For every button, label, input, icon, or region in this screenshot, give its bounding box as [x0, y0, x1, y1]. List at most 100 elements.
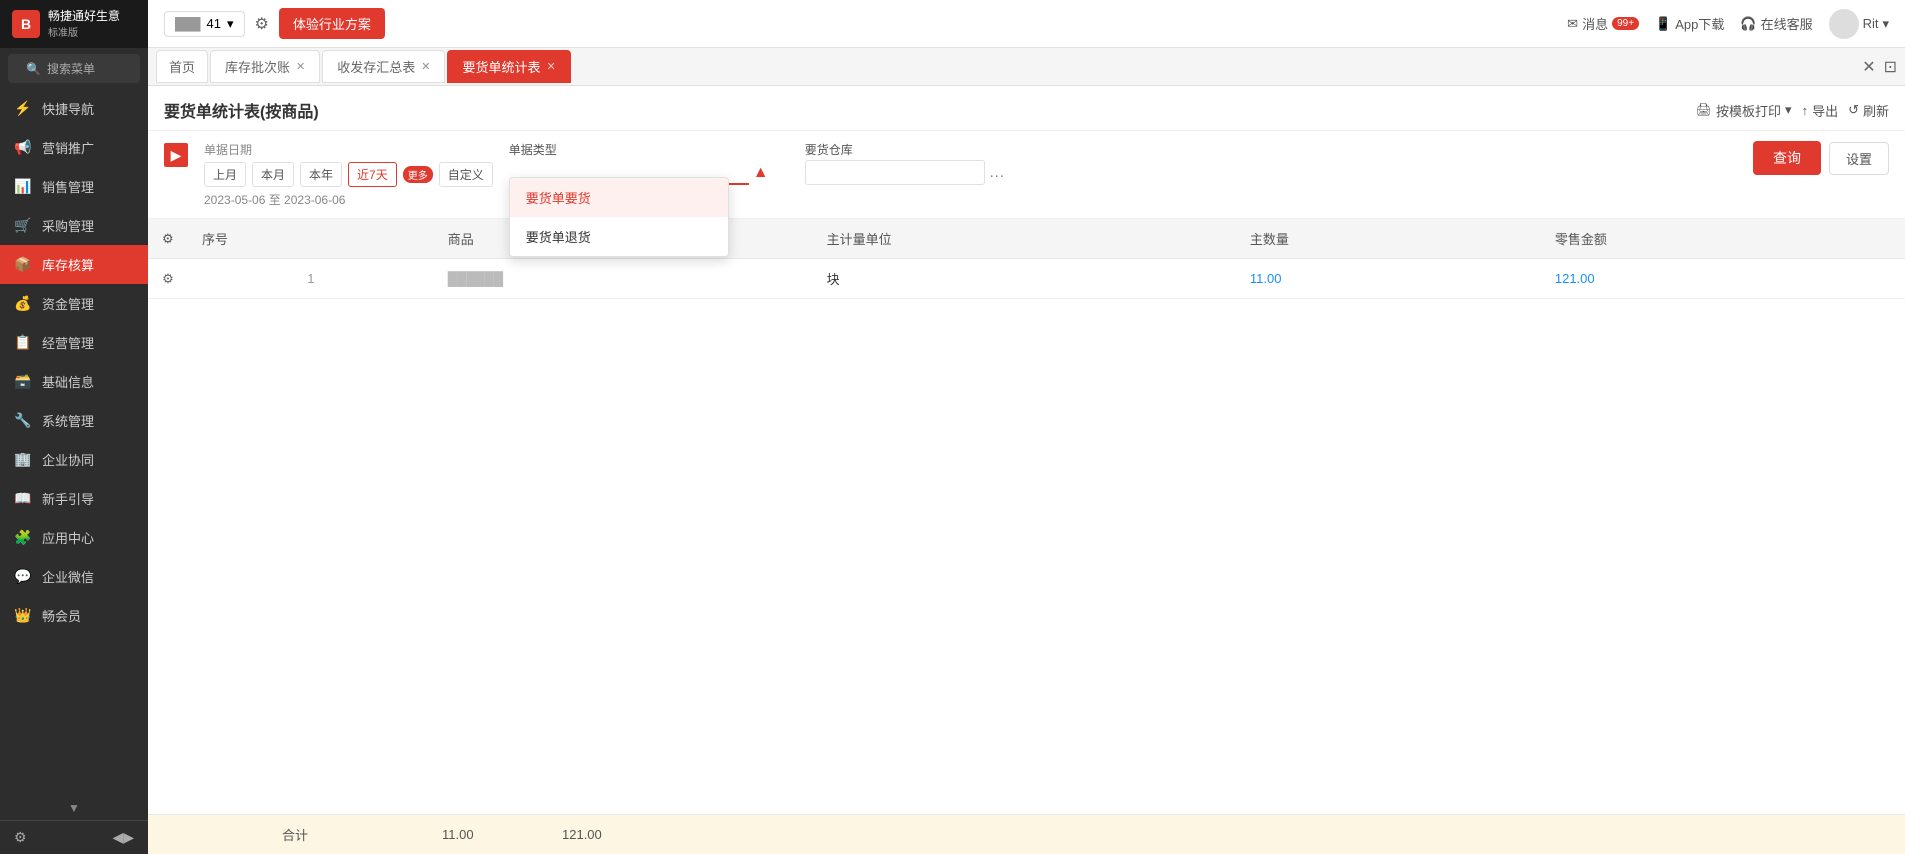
search-icon: 🔍: [26, 62, 41, 76]
user-action[interactable]: Rit ▾: [1829, 9, 1889, 39]
purchase-icon: 🛒: [14, 217, 32, 234]
refresh-label: 刷新: [1863, 101, 1889, 120]
finance-icon: 💰: [14, 295, 32, 312]
chevron-up-icon[interactable]: ▲: [753, 164, 769, 182]
row-gear[interactable]: ⚙: [148, 259, 188, 299]
app-name: 畅捷通好生意: [48, 9, 120, 25]
date-btn-7days[interactable]: 近7天: [348, 162, 397, 187]
date-btn-this-month[interactable]: 本月: [252, 162, 294, 187]
sidebar-item-label: 营销推广: [42, 138, 94, 157]
member-icon: 👑: [14, 607, 32, 624]
sidebar-item-inventory[interactable]: 📦 库存核算: [0, 245, 148, 284]
sidebar-item-wechat[interactable]: 💬 企业微信: [0, 557, 148, 596]
maximize-icon[interactable]: ⊡: [1884, 57, 1897, 77]
refresh-button[interactable]: ↺ 刷新: [1848, 101, 1889, 120]
filter-actions: 查询 设置: [1753, 141, 1889, 175]
warehouse-filter-group: 要货仓库 …: [805, 141, 1005, 185]
footer-quantity: 11.00: [442, 827, 562, 842]
sidebar-item-enterprise[interactable]: 🏢 企业协同: [0, 440, 148, 479]
close-all-icon[interactable]: ✕: [1862, 57, 1875, 77]
sidebar-item-marketing[interactable]: 📢 营销推广: [0, 128, 148, 167]
sidebar-item-label: 应用中心: [42, 528, 94, 547]
close-icon[interactable]: ✕: [421, 60, 430, 73]
appstore-icon: 🧩: [14, 529, 32, 546]
tab-inventory-batch[interactable]: 库存批次账 ✕: [210, 50, 320, 83]
tab-label: 要货单统计表: [462, 57, 540, 76]
date-btn-last-month[interactable]: 上月: [204, 162, 246, 187]
export-icon: ↑: [1802, 103, 1809, 118]
table-footer: 合计 11.00 121.00: [148, 814, 1905, 854]
sidebar-logo: B 畅捷通好生意 标准版: [0, 0, 148, 48]
sidebar-item-quicknav[interactable]: ⚡ 快捷导航: [0, 89, 148, 128]
date-btn-custom[interactable]: 自定义: [439, 162, 493, 187]
expand-filter-button[interactable]: ▶: [164, 143, 188, 167]
sales-icon: 📊: [14, 178, 32, 195]
sidebar-item-member[interactable]: 👑 畅会员: [0, 596, 148, 635]
date-btn-this-year[interactable]: 本年: [300, 162, 342, 187]
row-product: ██████: [434, 259, 813, 299]
col-num: 序号: [188, 219, 434, 259]
tab-requisition-stats[interactable]: 要货单统计表 ✕: [447, 50, 570, 83]
date-more-badge[interactable]: 更多: [403, 166, 433, 183]
app-sub: 标准版: [48, 24, 120, 39]
close-icon[interactable]: ✕: [547, 60, 556, 73]
type-dropdown-list: 要货单要货 要货单退货: [509, 177, 729, 257]
system-icon: 🔧: [14, 412, 32, 429]
row-amount[interactable]: 121.00: [1541, 259, 1905, 299]
sidebar-item-basic[interactable]: 🗃️ 基础信息: [0, 362, 148, 401]
gear-icon[interactable]: ⚙: [255, 14, 269, 34]
warehouse-input-row: …: [805, 160, 1005, 185]
operations-icon: 📋: [14, 334, 32, 351]
row-quantity[interactable]: 11.00: [1236, 259, 1541, 299]
sidebar-scroll-down[interactable]: ▼: [0, 796, 148, 820]
export-button[interactable]: ↑ 导出: [1802, 101, 1839, 120]
footer-total-label: 合计: [242, 825, 442, 844]
service-icon: 🎧: [1740, 16, 1756, 32]
message-icon: ✉: [1567, 16, 1578, 32]
sidebar-item-label: 系统管理: [42, 411, 94, 430]
tab-receivables[interactable]: 收发存汇总表 ✕: [322, 50, 445, 83]
top-header: ███ 41 ▾ ⚙ 体验行业方案 ✉ 消息 99+ 📱 App下载 🎧 在线客…: [148, 0, 1905, 48]
query-button[interactable]: 查询: [1753, 141, 1821, 175]
settings-button[interactable]: 设置: [1829, 142, 1889, 175]
sidebar-item-finance[interactable]: 💰 资金管理: [0, 284, 148, 323]
sidebar-item-label: 资金管理: [42, 294, 94, 313]
table-area: ⚙ 序号 商品 主计量单位 主数量 零售金额 ⚙ 1 ██████ 块 11.0…: [148, 219, 1905, 814]
app-logo-icon: B: [12, 10, 40, 38]
messages-label: 消息: [1582, 14, 1608, 33]
warehouse-filter-input[interactable]: [805, 160, 985, 185]
dropdown-item-requisition-return[interactable]: 要货单退货: [510, 217, 728, 256]
header-left: ███ 41 ▾ ⚙ 体验行业方案: [164, 8, 385, 39]
user-name: Rit: [1863, 16, 1879, 31]
online-service-action[interactable]: 🎧 在线客服: [1740, 14, 1812, 33]
dropdown-item-requisition-order[interactable]: 要货单要货: [510, 178, 728, 217]
page-title: 要货单统计表(按商品): [164, 98, 319, 122]
sidebar-item-label: 采购管理: [42, 216, 94, 235]
sidebar-item-sales[interactable]: 📊 销售管理: [0, 167, 148, 206]
sidebar-item-operations[interactable]: 📋 经营管理: [0, 323, 148, 362]
online-service-label: 在线客服: [1761, 14, 1813, 33]
collapse-icon[interactable]: ◀▶: [112, 829, 134, 846]
table-row: ⚙ 1 ██████ 块 11.00 121.00: [148, 259, 1905, 299]
type-filter-label: 单据类型: [509, 141, 789, 158]
date-filter-label: 单据日期: [204, 141, 493, 158]
sidebar-item-system[interactable]: 🔧 系统管理: [0, 401, 148, 440]
sidebar-item-purchase[interactable]: 🛒 采购管理: [0, 206, 148, 245]
sidebar-item-guide[interactable]: 📖 新手引导: [0, 479, 148, 518]
template-print-button[interactable]: 🖨 按模板打印 ▾: [1696, 101, 1792, 120]
app-download-label: App下载: [1675, 14, 1724, 33]
refresh-icon: ↺: [1848, 102, 1859, 118]
more-icon[interactable]: …: [989, 164, 1005, 182]
header-right: ✉ 消息 99+ 📱 App下载 🎧 在线客服 Rit ▾: [1567, 9, 1889, 39]
trial-button[interactable]: 体验行业方案: [279, 8, 385, 39]
sidebar-item-appstore[interactable]: 🧩 应用中心: [0, 518, 148, 557]
sidebar-search[interactable]: 🔍 搜索菜单: [8, 54, 140, 83]
app-download-action[interactable]: 📱 App下载: [1655, 14, 1724, 33]
store-selector[interactable]: ███ 41 ▾: [164, 11, 245, 37]
tab-home[interactable]: 首页: [156, 50, 208, 83]
settings-icon[interactable]: ⚙: [14, 829, 27, 846]
messages-action[interactable]: ✉ 消息 99+: [1567, 14, 1639, 33]
close-icon[interactable]: ✕: [296, 60, 305, 73]
type-filter-group: 单据类型 ▲ 要货单要货 要货单退货: [509, 141, 789, 185]
basic-icon: 🗃️: [14, 373, 32, 390]
